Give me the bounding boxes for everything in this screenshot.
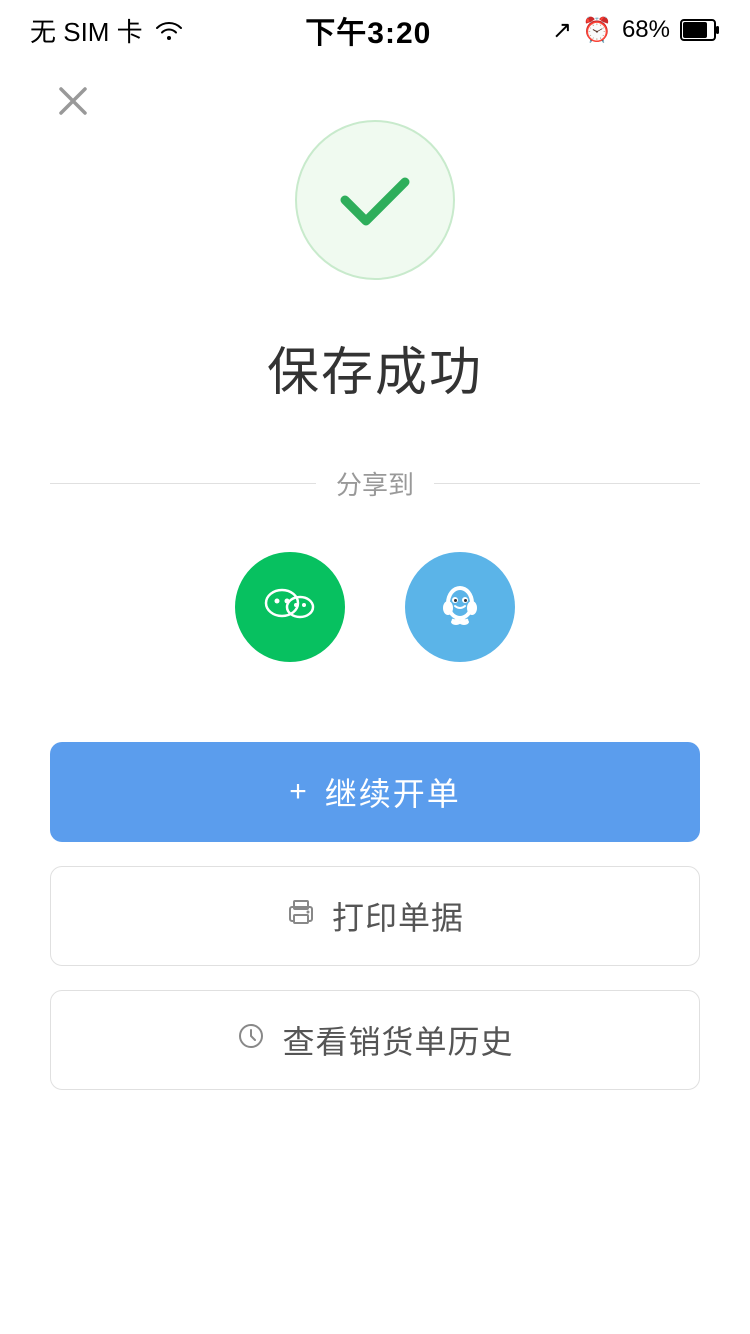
continue-order-button[interactable]: + 继续开单 [50, 742, 700, 842]
checkmark-icon [330, 155, 420, 245]
close-button[interactable] [48, 76, 98, 126]
share-icons-container [235, 552, 515, 662]
status-indicators: ↗ ⏰ 68% [552, 16, 720, 45]
alarm-icon: ⏰ [582, 16, 612, 45]
status-time: 下午3:20 [305, 8, 431, 52]
wechat-share-button[interactable] [235, 552, 345, 662]
plus-icon: + [289, 775, 309, 809]
print-receipt-button[interactable]: 打印单据 [50, 866, 700, 966]
qq-icon [428, 575, 492, 639]
action-buttons: + 继续开单 打印单据 查看销货单历史 [50, 742, 700, 1090]
location-icon: ↗ [552, 16, 572, 45]
battery-icon [680, 19, 720, 41]
main-content: 保存成功 分享到 [0, 60, 750, 1090]
share-label: 分享到 [336, 465, 414, 502]
continue-order-label: 继续开单 [325, 769, 461, 815]
divider-line-right [434, 483, 700, 484]
qq-share-button[interactable] [405, 552, 515, 662]
wechat-icon [258, 575, 322, 639]
view-history-button[interactable]: 查看销货单历史 [50, 990, 700, 1090]
view-history-label: 查看销货单历史 [282, 1017, 513, 1063]
wifi-icon [153, 18, 185, 42]
success-icon-circle [295, 120, 455, 280]
divider-line-left [50, 483, 316, 484]
battery-percentage: 68% [622, 16, 670, 44]
status-carrier: 无 SIM 卡 [30, 12, 185, 49]
print-receipt-label: 打印单据 [332, 893, 464, 939]
history-icon [236, 1021, 266, 1059]
success-title: 保存成功 [267, 330, 483, 405]
status-bar: 无 SIM 卡 下午3:20 ↗ ⏰ 68% [0, 0, 750, 60]
carrier-text: 无 SIM 卡 [30, 12, 143, 49]
close-icon [55, 83, 91, 119]
share-divider: 分享到 [50, 465, 700, 502]
printer-icon [286, 897, 316, 935]
